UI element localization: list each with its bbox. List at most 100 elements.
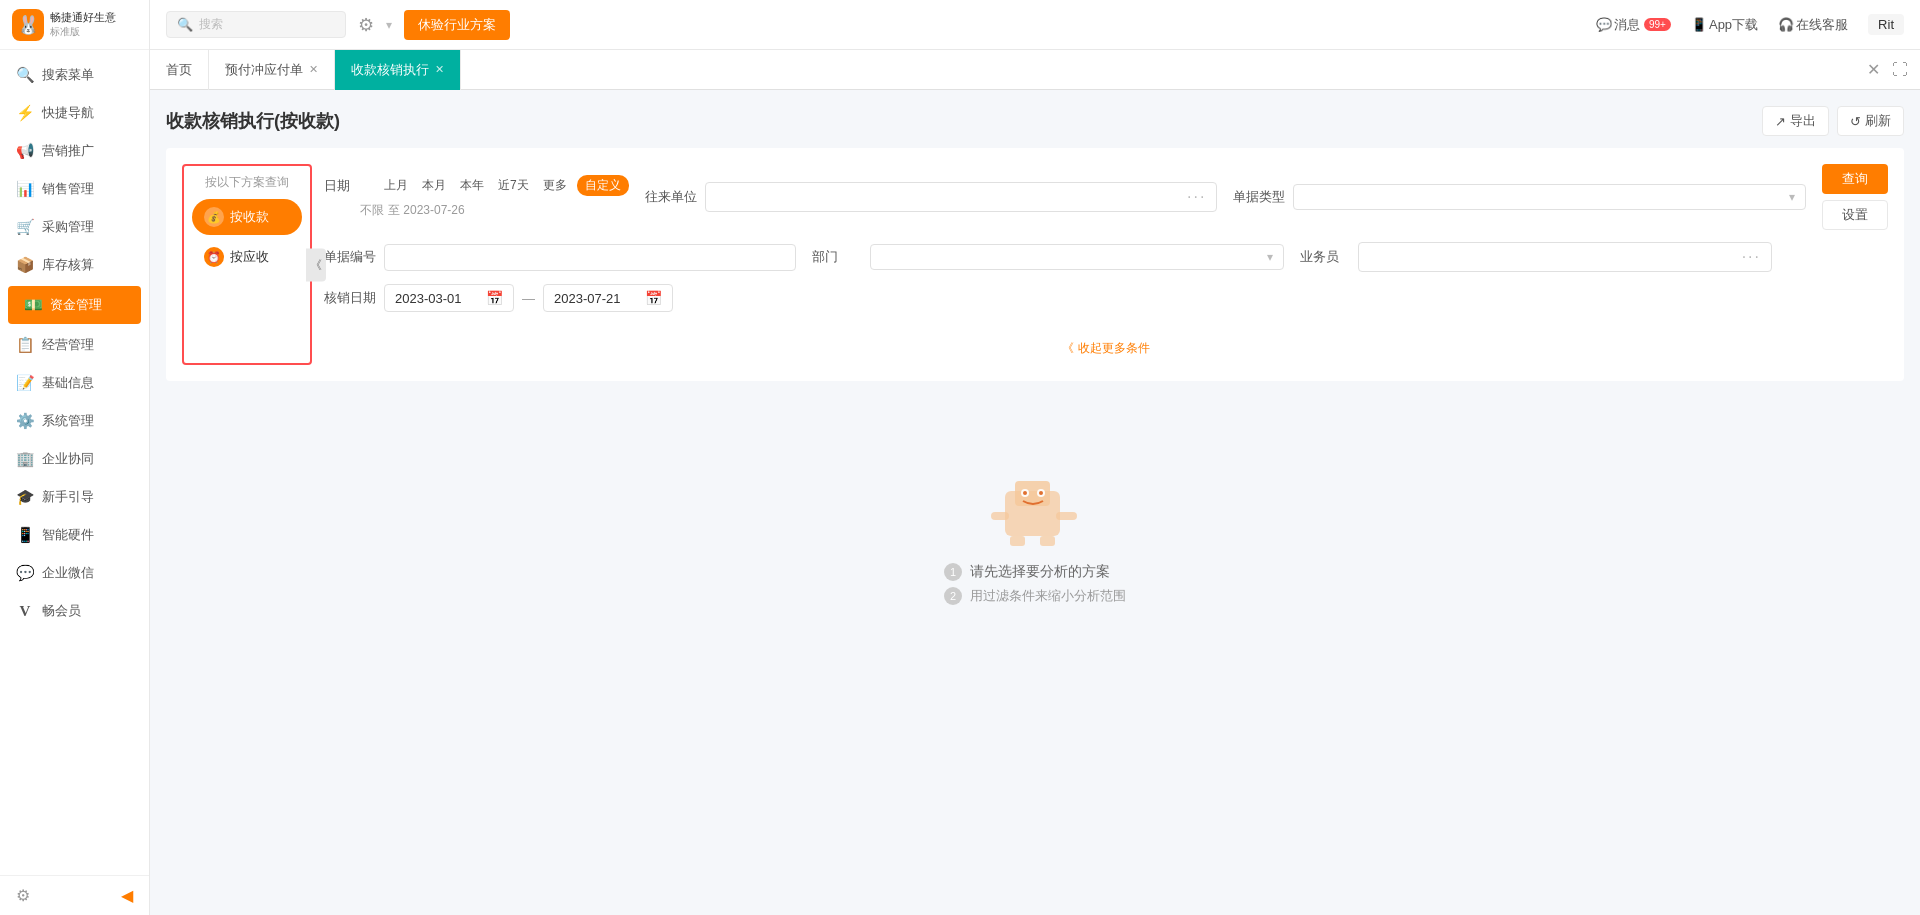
message-badge: 99+ — [1644, 18, 1671, 31]
refresh-btn[interactable]: ↺ 刷新 — [1837, 106, 1904, 136]
sidebar-item-enterprise[interactable]: 🏢 企业协同 — [0, 440, 149, 478]
system-icon: ⚙️ — [16, 412, 34, 430]
export-btn[interactable]: ↗ 导出 — [1762, 106, 1829, 136]
message-label: 消息 — [1614, 16, 1640, 34]
topbar-gear-icon[interactable]: ⚙ — [358, 14, 374, 36]
filter-panel-title: 按以下方案查询 — [192, 174, 302, 191]
sidebar-item-marketing[interactable]: 📢 营销推广 — [0, 132, 149, 170]
sidebar-item-label: 搜索菜单 — [42, 66, 94, 84]
query-form: 日期 上月 本月 本年 近7天 更多 自定义 不限 — [324, 164, 1888, 365]
svg-rect-7 — [1040, 536, 1055, 546]
export-icon: ↗ — [1775, 114, 1786, 129]
search-box[interactable]: 🔍 搜索 — [166, 11, 346, 38]
tabbar: 首页 预付冲应付单 ✕ 收款核销执行 ✕ ✕ ⛶ — [150, 50, 1920, 90]
date-label: 日期 — [324, 177, 374, 195]
marketing-icon: 📢 — [16, 142, 34, 160]
sidebar-item-inventory[interactable]: 📦 库存核算 — [0, 246, 149, 284]
refresh-icon: ↺ — [1850, 114, 1861, 129]
empty-hint-2: 用过滤条件来缩小分析范围 — [970, 587, 1126, 605]
query-row-1: 日期 上月 本月 本年 近7天 更多 自定义 不限 — [324, 164, 1888, 230]
date-last-month[interactable]: 上月 — [380, 175, 412, 196]
counterparty-input[interactable]: ··· — [705, 182, 1218, 212]
svg-rect-6 — [1010, 536, 1025, 546]
online-service-item[interactable]: 🎧 在线客服 — [1778, 16, 1848, 34]
voucher-type-label: 单据类型 — [1233, 188, 1285, 206]
app-logo: 🐰 畅捷通好生意 标准版 — [0, 0, 149, 50]
tab-home[interactable]: 首页 — [150, 50, 209, 90]
sidebar-item-label: 新手引导 — [42, 488, 94, 506]
voucher-type-select[interactable]: ▾ — [1293, 184, 1806, 210]
query-btn[interactable]: 查询 — [1822, 164, 1888, 194]
filter-panel: 按以下方案查询 💰 按收款 ⏰ 按应收 《 — [182, 164, 312, 365]
sidebar-item-system[interactable]: ⚙️ 系统管理 — [0, 402, 149, 440]
date-this-year[interactable]: 本年 — [456, 175, 488, 196]
inventory-icon: 📦 — [16, 256, 34, 274]
hint-number-2: 2 — [944, 587, 962, 605]
date-7days[interactable]: 近7天 — [494, 175, 533, 196]
receivable-icon: ⏰ — [204, 247, 224, 267]
expand-btn[interactable]: ⛶ — [1892, 61, 1908, 79]
more-conditions-btn[interactable]: 《 收起更多条件 — [1062, 340, 1150, 357]
purchase-icon: 🛒 — [16, 218, 34, 236]
headset-icon: 🎧 — [1778, 17, 1794, 32]
tab-close-prepay[interactable]: ✕ — [309, 63, 318, 76]
date-this-month[interactable]: 本月 — [418, 175, 450, 196]
sidebar-item-label: 基础信息 — [42, 374, 94, 392]
message-item[interactable]: 💬 消息 99+ — [1596, 16, 1671, 34]
close-tab-btn[interactable]: ✕ — [1867, 60, 1880, 79]
voucher-no-field: 单据编号 — [324, 244, 796, 271]
tab-close-writeoff[interactable]: ✕ — [435, 63, 444, 76]
filter-collapse-btn[interactable]: 《 — [306, 248, 326, 281]
sidebar-item-wechat[interactable]: 💬 企业微信 — [0, 554, 149, 592]
sidebar-item-basic-info[interactable]: 📝 基础信息 — [0, 364, 149, 402]
counterparty-dots-btn[interactable]: ··· — [1187, 188, 1206, 206]
receipt-icon: 💰 — [204, 207, 224, 227]
salesperson-dots-btn[interactable]: ··· — [1742, 248, 1761, 266]
sidebar-item-label: 营销推广 — [42, 142, 94, 160]
hint-number-1: 1 — [944, 563, 962, 581]
sidebar-item-quicknav[interactable]: ⚡ 快捷导航 — [0, 94, 149, 132]
sales-icon: 📊 — [16, 180, 34, 198]
sidebar-item-hardware[interactable]: 📱 智能硬件 — [0, 516, 149, 554]
sidebar: 🐰 畅捷通好生意 标准版 🔍 搜索菜单 ⚡ 快捷导航 📢 营销推广 📊 销售管理… — [0, 0, 150, 915]
setting-btn[interactable]: 设置 — [1822, 200, 1888, 230]
department-select[interactable]: ▾ — [870, 244, 1284, 270]
finance-icon: 💵 — [24, 296, 42, 314]
topbar: 🔍 搜索 ⚙ ▾ 休验行业方案 💬 消息 99+ 📱 App下载 🎧 在线客服 … — [150, 0, 1920, 50]
sidebar-item-label: 资金管理 — [50, 296, 102, 314]
query-row-2: 单据编号 部门 ▾ 业务员 ··· — [324, 242, 1888, 272]
industry-btn[interactable]: 休验行业方案 — [404, 10, 510, 40]
sidebar-item-sales[interactable]: 📊 销售管理 — [0, 170, 149, 208]
settings-icon[interactable]: ⚙ — [16, 886, 30, 905]
tab-prepay[interactable]: 预付冲应付单 ✕ — [209, 50, 335, 90]
empty-state: 1 请先选择要分析的方案 2 用过滤条件来缩小分析范围 — [166, 381, 1904, 685]
writeoff-date-start[interactable]: 2023-03-01 📅 — [384, 284, 514, 312]
salesperson-input[interactable]: ··· — [1358, 242, 1772, 272]
sidebar-item-finance[interactable]: 💵 资金管理 — [8, 286, 141, 324]
voucher-no-input[interactable] — [384, 244, 796, 271]
chevron-down-icon[interactable]: ▾ — [386, 18, 392, 32]
sidebar-item-member[interactable]: V 畅会员 — [0, 592, 149, 630]
app-download-item[interactable]: 📱 App下载 — [1691, 16, 1758, 34]
sidebar-item-purchase[interactable]: 🛒 采购管理 — [0, 208, 149, 246]
cal-start-icon[interactable]: 📅 — [486, 290, 503, 306]
counterparty-field: 往来单位 ··· — [645, 182, 1218, 212]
department-chevron: ▾ — [1267, 250, 1273, 264]
query-actions: 查询 设置 — [1822, 164, 1888, 230]
date-more[interactable]: 更多 — [539, 175, 571, 196]
filter-option-by-receipt[interactable]: 💰 按收款 — [192, 199, 302, 235]
cal-end-icon[interactable]: 📅 — [645, 290, 662, 306]
sidebar-item-operations[interactable]: 📋 经营管理 — [0, 326, 149, 364]
sidebar-item-search[interactable]: 🔍 搜索菜单 — [0, 56, 149, 94]
date-custom[interactable]: 自定义 — [577, 175, 629, 196]
sidebar-bottom: ⚙ ◀ — [0, 875, 149, 915]
tab-writeoff[interactable]: 收款核销执行 ✕ — [335, 50, 461, 90]
sidebar-item-label: 经营管理 — [42, 336, 94, 354]
filter-option-by-receivable[interactable]: ⏰ 按应收 — [192, 239, 302, 275]
sidebar-item-guide[interactable]: 🎓 新手引导 — [0, 478, 149, 516]
collapse-sidebar-btn[interactable]: ◀ — [121, 886, 133, 905]
writeoff-date-end[interactable]: 2023-07-21 📅 — [543, 284, 673, 312]
svg-point-4 — [1023, 491, 1027, 495]
enterprise-icon: 🏢 — [16, 450, 34, 468]
page-content: 收款核销执行(按收款) ↗ 导出 ↺ 刷新 按以下方案查询 💰 按收款 — [150, 90, 1920, 915]
